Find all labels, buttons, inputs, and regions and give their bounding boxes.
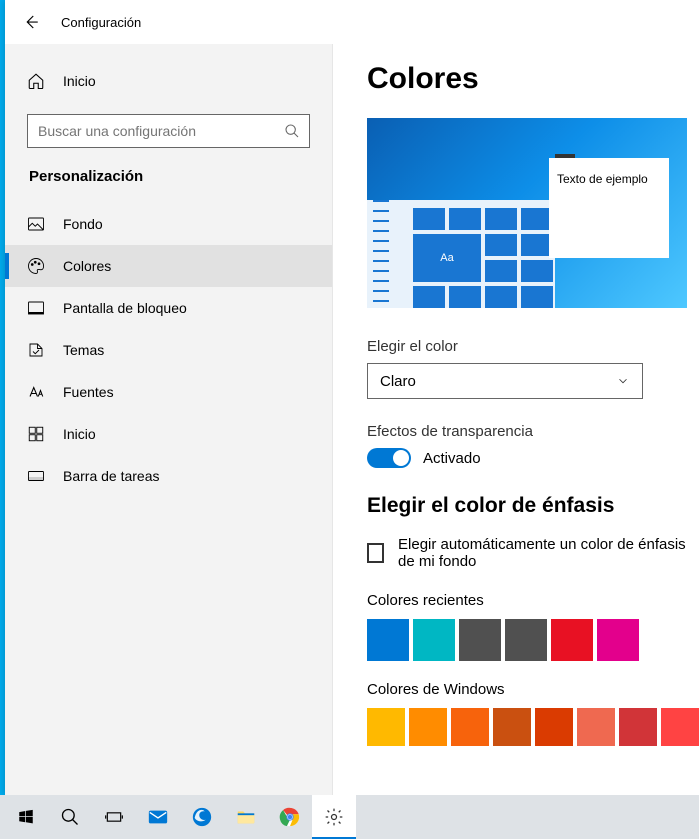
auto-accent-label: Elegir automáticamente un color de énfas…: [398, 536, 699, 570]
taskview-icon: [104, 807, 124, 827]
search-icon: [60, 807, 80, 827]
color-swatch[interactable]: [367, 619, 409, 661]
search-wrap: [27, 114, 310, 148]
sidebar-item-label: Temas: [63, 342, 104, 358]
taskbar-app-chrome[interactable]: [268, 795, 312, 839]
color-swatch[interactable]: [413, 619, 455, 661]
sidebar-item-lockscreen[interactable]: Pantalla de bloqueo: [5, 287, 332, 329]
taskbar-icon: [27, 467, 45, 485]
folder-icon: [235, 806, 257, 828]
color-swatch[interactable]: [597, 619, 639, 661]
sidebar-item-fondo[interactable]: Fondo: [5, 203, 332, 245]
edge-icon: [191, 806, 213, 828]
sidebar-item-label: Fondo: [63, 216, 103, 232]
transparency-label: Efectos de transparencia: [367, 423, 699, 440]
preview-sample-text: Texto de ejemplo: [557, 172, 661, 186]
auto-accent-row: Elegir automáticamente un color de énfas…: [367, 536, 699, 570]
taskbar-app-settings[interactable]: [312, 795, 356, 839]
transparency-state: Activado: [423, 450, 481, 467]
search-input[interactable]: [27, 114, 310, 148]
color-swatch[interactable]: [493, 708, 531, 746]
start-icon: [27, 425, 45, 443]
preview-window-header-icon: [555, 154, 575, 158]
color-swatch[interactable]: [661, 708, 699, 746]
preview-tiles: Aa: [413, 208, 553, 308]
sidebar-item-label: Fuentes: [63, 384, 114, 400]
search-icon: [284, 123, 300, 139]
lockscreen-icon: [27, 299, 45, 317]
color-swatch[interactable]: [451, 708, 489, 746]
taskbar-app-edge[interactable]: [180, 795, 224, 839]
back-arrow-icon: [22, 13, 40, 31]
home-label: Inicio: [63, 73, 96, 89]
content: Colores Aa Texto de ejemplo: [333, 44, 699, 795]
auto-accent-checkbox[interactable]: [367, 543, 384, 563]
choose-color-label: Elegir el color: [367, 338, 699, 355]
color-preview: Aa Texto de ejemplo: [367, 118, 687, 308]
sidebar-item-temas[interactable]: Temas: [5, 329, 332, 371]
sidebar-item-inicio[interactable]: Inicio: [5, 413, 332, 455]
taskbar-app-explorer[interactable]: [224, 795, 268, 839]
color-swatch[interactable]: [459, 619, 501, 661]
color-swatch[interactable]: [409, 708, 447, 746]
back-button[interactable]: [13, 4, 49, 40]
windows-icon: [17, 808, 35, 826]
fonts-icon: [27, 383, 45, 401]
sidebar-item-label: Pantalla de bloqueo: [63, 300, 187, 316]
themes-icon: [27, 341, 45, 359]
settings-window: Configuración Inicio Personalización Fon…: [5, 0, 699, 795]
color-mode-value: Claro: [380, 373, 416, 390]
color-mode-select[interactable]: Claro: [367, 363, 643, 399]
page-heading: Colores: [367, 62, 699, 96]
chrome-icon: [279, 806, 301, 828]
mail-icon: [147, 806, 169, 828]
color-swatch[interactable]: [551, 619, 593, 661]
palette-icon: [27, 257, 45, 275]
sidebar-item-label: Inicio: [63, 426, 96, 442]
taskbar-app-mail[interactable]: [136, 795, 180, 839]
sidebar-item-label: Colores: [63, 258, 111, 274]
home-link[interactable]: Inicio: [5, 62, 332, 100]
recent-colors-label: Colores recientes: [367, 592, 699, 609]
section-title: Personalización: [5, 168, 332, 203]
window-body: Inicio Personalización Fondo Colores Pan…: [5, 44, 699, 795]
sidebar-item-label: Barra de tareas: [63, 468, 160, 484]
taskbar: [0, 795, 699, 839]
home-icon: [27, 72, 45, 90]
color-swatch[interactable]: [367, 708, 405, 746]
color-swatch[interactable]: [535, 708, 573, 746]
transparency-row: Activado: [367, 448, 699, 468]
recent-colors: [367, 619, 699, 661]
titlebar: Configuración: [5, 0, 699, 44]
start-button[interactable]: [4, 795, 48, 839]
windows-colors-label: Colores de Windows: [367, 681, 699, 698]
sidebar-item-taskbar[interactable]: Barra de tareas: [5, 455, 332, 497]
chevron-down-icon: [616, 374, 630, 388]
sidebar-item-fuentes[interactable]: Fuentes: [5, 371, 332, 413]
taskbar-search[interactable]: [48, 795, 92, 839]
sidebar: Inicio Personalización Fondo Colores Pan…: [5, 44, 333, 795]
preview-window: Texto de ejemplo: [549, 158, 669, 258]
color-swatch[interactable]: [505, 619, 547, 661]
transparency-toggle[interactable]: [367, 448, 411, 468]
preview-tile-aa: Aa: [413, 234, 481, 282]
windows-colors: [367, 708, 699, 746]
picture-icon: [27, 215, 45, 233]
window-title: Configuración: [61, 15, 141, 30]
color-swatch[interactable]: [619, 708, 657, 746]
color-swatch[interactable]: [577, 708, 615, 746]
sidebar-item-colores[interactable]: Colores: [5, 245, 332, 287]
gear-icon: [324, 807, 344, 827]
preview-list-icon: [373, 200, 389, 308]
task-view-button[interactable]: [92, 795, 136, 839]
accent-heading: Elegir el color de énfasis: [367, 494, 699, 518]
preview-start: Aa: [367, 200, 555, 308]
